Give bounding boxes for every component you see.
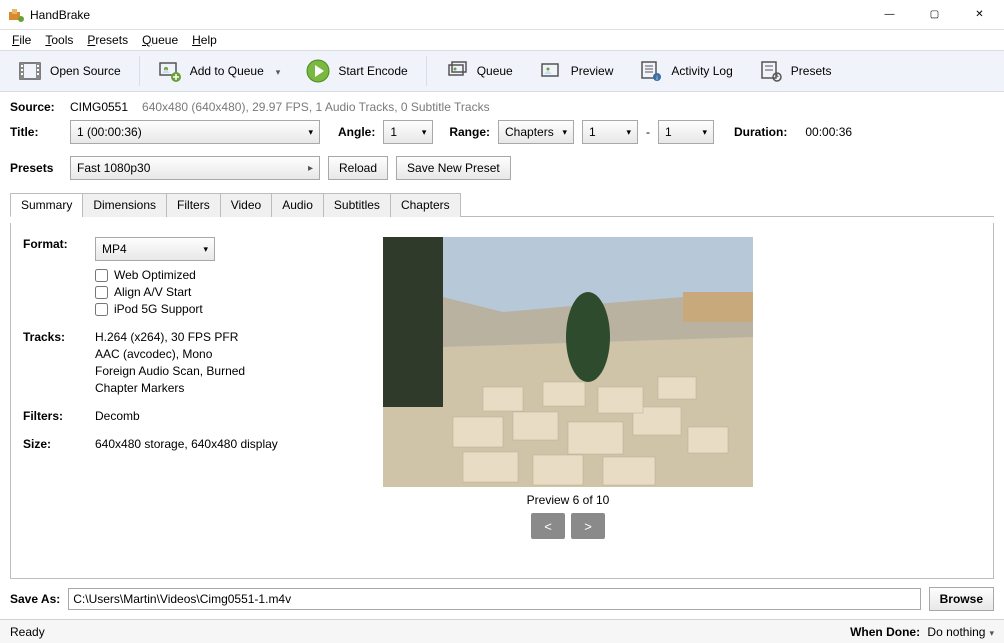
menu-help[interactable]: Help [186, 31, 223, 49]
presets-button[interactable]: Presets [749, 55, 842, 87]
range-type-select[interactable]: Chapters▾ [498, 120, 574, 144]
tab-video[interactable]: Video [220, 193, 272, 217]
range-to-select[interactable]: 1▾ [658, 120, 714, 144]
preview-prev-button[interactable]: < [531, 513, 565, 539]
browse-button[interactable]: Browse [929, 587, 994, 611]
content-area: Source: CIMG0551 640x480 (640x480), 29.9… [0, 92, 1004, 583]
save-new-preset-button[interactable]: Save New Preset [396, 156, 511, 180]
preview-image [383, 237, 753, 487]
activity-log-label: Activity Log [671, 64, 732, 78]
queue-label: Queue [477, 64, 513, 78]
menu-tools[interactable]: Tools [39, 31, 79, 49]
tracks-label: Tracks: [23, 330, 83, 395]
source-row: Source: CIMG0551 640x480 (640x480), 29.9… [10, 100, 994, 114]
preview-icon [539, 59, 563, 83]
tab-subtitles[interactable]: Subtitles [323, 193, 391, 217]
duration-value: 00:00:36 [805, 125, 852, 139]
save-as-input[interactable] [68, 588, 920, 610]
tab-filters[interactable]: Filters [166, 193, 221, 217]
align-av-checkbox[interactable]: Align A/V Start [95, 285, 363, 299]
duration-label: Duration: [734, 125, 787, 139]
tab-dimensions[interactable]: Dimensions [82, 193, 167, 217]
queue-button[interactable]: Queue [435, 55, 523, 87]
angle-select[interactable]: 1▾ [383, 120, 433, 144]
preview-label: Preview [571, 64, 614, 78]
range-separator: - [646, 125, 650, 139]
track-line: Foreign Audio Scan, Burned [95, 364, 363, 378]
format-select[interactable]: MP4▾ [95, 237, 215, 261]
ipod-checkbox[interactable]: iPod 5G Support [95, 302, 363, 316]
maximize-button[interactable]: ▢ [912, 1, 957, 29]
presets-row: Presets Fast 1080p30 Reload Save New Pre… [10, 156, 994, 180]
title-label: Title: [10, 125, 62, 139]
menu-presets[interactable]: Presets [81, 31, 134, 49]
menu-file[interactable]: File [6, 31, 37, 49]
activity-log-icon: i [639, 59, 663, 83]
track-line: Chapter Markers [95, 381, 363, 395]
add-to-queue-button[interactable]: Add to Queue [148, 55, 291, 87]
size-value: 640x480 storage, 640x480 display [95, 437, 363, 451]
toolbar-separator [139, 56, 140, 86]
title-row: Title: 1 (00:00:36)▾ Angle: 1▾ Range: Ch… [10, 120, 994, 144]
presets-row-label: Presets [10, 161, 62, 175]
track-line: AAC (avcodec), Mono [95, 347, 363, 361]
range-from-select[interactable]: 1▾ [582, 120, 638, 144]
tab-audio[interactable]: Audio [271, 193, 324, 217]
track-line: H.264 (x264), 30 FPS PFR [95, 330, 363, 344]
format-label: Format: [23, 237, 83, 316]
preset-select[interactable]: Fast 1080p30 [70, 156, 320, 180]
when-done-label: When Done: [850, 625, 920, 639]
presets-label: Presets [791, 64, 832, 78]
save-bar: Save As: Browse [0, 583, 1004, 619]
titlebar: HandBrake — ▢ ✕ [0, 0, 1004, 30]
filters-label: Filters: [23, 409, 83, 423]
save-as-label: Save As: [10, 592, 60, 606]
film-icon [18, 59, 42, 83]
title-select[interactable]: 1 (00:00:36)▾ [70, 120, 320, 144]
activity-log-button[interactable]: i Activity Log [629, 55, 742, 87]
open-source-button[interactable]: Open Source [8, 55, 131, 87]
start-encode-label: Start Encode [338, 64, 407, 78]
tab-chapters[interactable]: Chapters [390, 193, 461, 217]
window-title: HandBrake [30, 8, 867, 22]
play-icon [306, 59, 330, 83]
queue-add-icon [158, 59, 182, 83]
close-button[interactable]: ✕ [957, 1, 1002, 29]
add-to-queue-label: Add to Queue [190, 64, 264, 78]
angle-label: Angle: [338, 125, 375, 139]
minimize-button[interactable]: — [867, 1, 912, 29]
toolbar: Open Source Add to Queue Start Encode Qu… [0, 50, 1004, 92]
chevron-down-icon [272, 64, 281, 78]
preview-button[interactable]: Preview [529, 55, 624, 87]
open-source-label: Open Source [50, 64, 121, 78]
source-label: Source: [10, 100, 62, 114]
start-encode-button[interactable]: Start Encode [296, 55, 417, 87]
status-text: Ready [10, 625, 45, 639]
menu-queue[interactable]: Queue [136, 31, 184, 49]
range-label: Range: [449, 125, 490, 139]
tab-body: Format: MP4▾ Web Optimized Align A/V Sta… [10, 223, 994, 579]
preview-panel: Preview 6 of 10 < > [383, 237, 753, 568]
statusbar: Ready When Done: Do nothing [0, 619, 1004, 643]
source-name: CIMG0551 [70, 100, 128, 114]
toolbar-separator [426, 56, 427, 86]
when-done-value: Do nothing [927, 625, 994, 639]
source-info: 640x480 (640x480), 29.97 FPS, 1 Audio Tr… [142, 100, 490, 114]
summary-left: Format: MP4▾ Web Optimized Align A/V Sta… [23, 237, 363, 568]
web-optimized-checkbox[interactable]: Web Optimized [95, 268, 363, 282]
presets-icon [759, 59, 783, 83]
svg-text:i: i [657, 76, 658, 82]
size-label: Size: [23, 437, 83, 451]
reload-button[interactable]: Reload [328, 156, 388, 180]
app-icon [8, 7, 24, 23]
tabstrip: Summary Dimensions Filters Video Audio S… [10, 192, 994, 217]
preview-caption: Preview 6 of 10 [527, 493, 610, 507]
preview-next-button[interactable]: > [571, 513, 605, 539]
queue-icon [445, 59, 469, 83]
filters-value: Decomb [95, 409, 363, 423]
when-done[interactable]: When Done: Do nothing [850, 625, 994, 639]
menubar: File Tools Presets Queue Help [0, 30, 1004, 50]
tab-summary[interactable]: Summary [10, 193, 83, 217]
